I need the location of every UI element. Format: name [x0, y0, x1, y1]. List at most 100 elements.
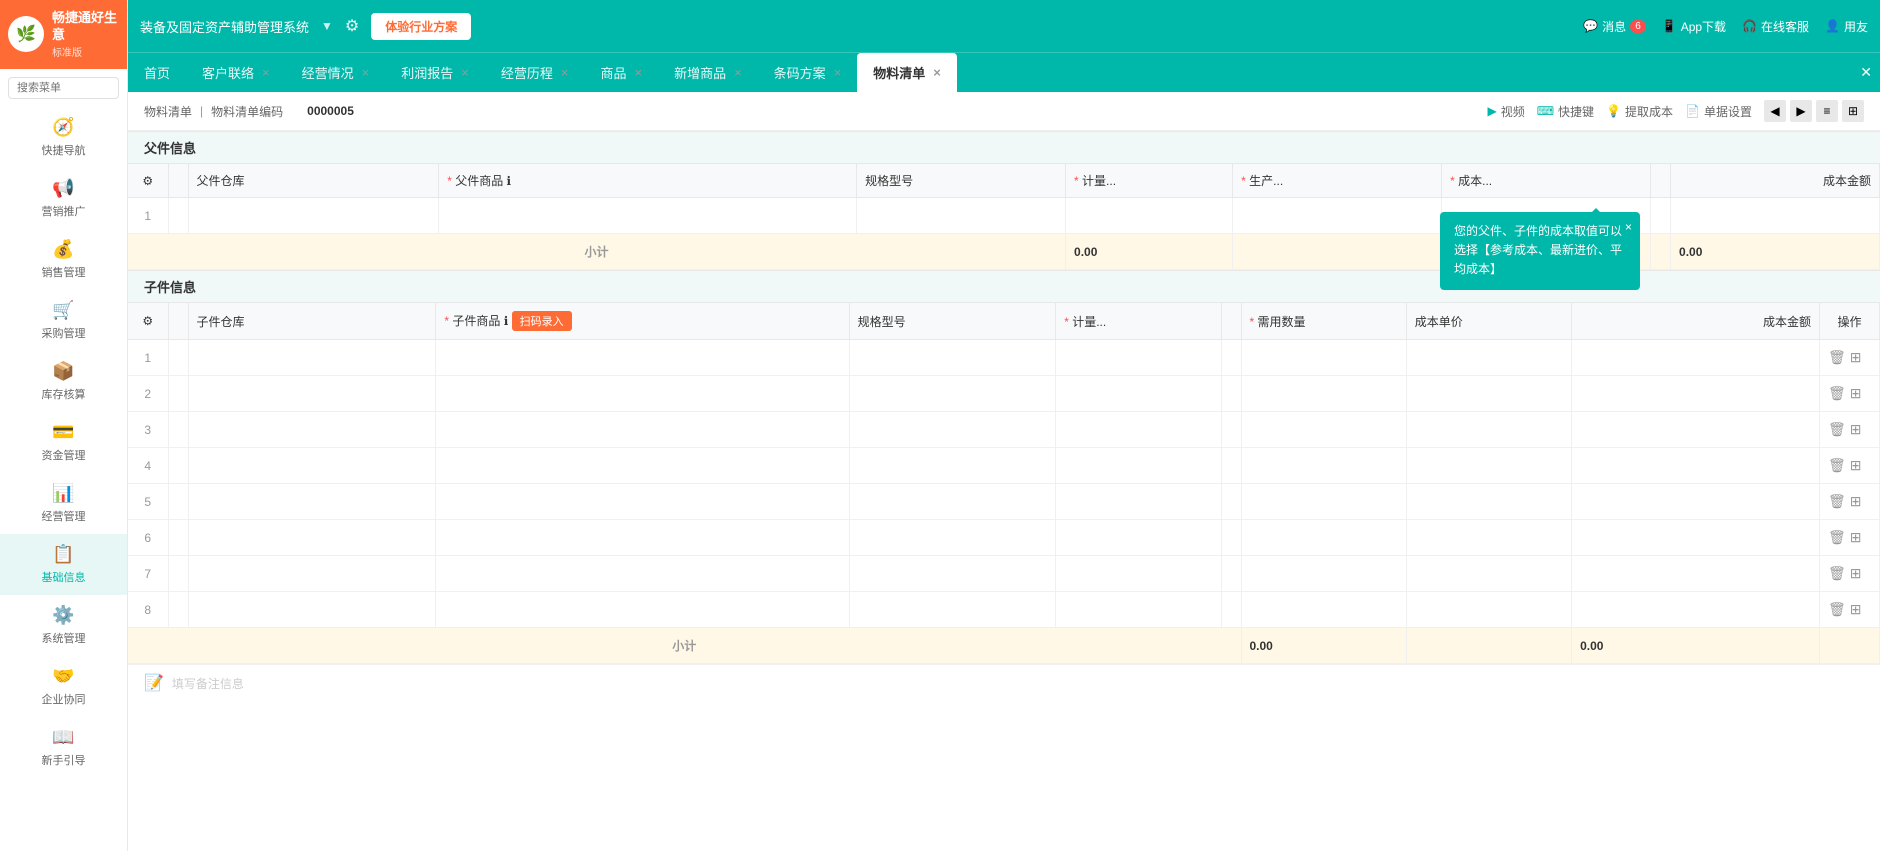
child-row-unit-price-0[interactable] — [1406, 340, 1571, 376]
note-placeholder[interactable]: 填写备注信息 — [172, 675, 244, 692]
tab-customers[interactable]: 客户联络 × — [186, 53, 286, 92]
child-row-qty-0[interactable] — [1241, 340, 1406, 376]
child-row-product-0[interactable] — [436, 340, 849, 376]
child-row-warehouse-6[interactable] — [188, 556, 436, 592]
tab-profit[interactable]: 利润报告 × — [385, 53, 485, 92]
child-row-unit-1[interactable] — [1056, 376, 1221, 412]
child-row-unit-7[interactable] — [1056, 592, 1221, 628]
tooltip-close-button[interactable]: × — [1625, 218, 1632, 237]
delete-icon-7[interactable]: 🗑 — [1828, 601, 1846, 618]
parent-row-spec[interactable] — [857, 198, 1066, 234]
child-row-product-7[interactable] — [436, 592, 849, 628]
child-row-unit-price-1[interactable] — [1406, 376, 1571, 412]
tab-barcode-close[interactable]: × — [834, 65, 842, 80]
extract-cost-button[interactable]: 💡 提取成本 — [1606, 103, 1673, 120]
child-row-spec-0[interactable] — [849, 340, 1056, 376]
copy-icon-6[interactable]: ⊞ — [1850, 565, 1862, 582]
child-row-unit-price-3[interactable] — [1406, 448, 1571, 484]
delete-icon-4[interactable]: 🗑 — [1828, 493, 1846, 510]
tab-profit-close[interactable]: × — [461, 65, 469, 80]
copy-icon-2[interactable]: ⊞ — [1850, 421, 1862, 438]
child-row-qty-3[interactable] — [1241, 448, 1406, 484]
child-col-settings[interactable]: ⚙ — [128, 303, 168, 340]
nav-prev-button[interactable]: ◀ — [1764, 100, 1786, 122]
child-row-spec-3[interactable] — [849, 448, 1056, 484]
sidebar-item-purchase[interactable]: 🛒 采购管理 — [0, 290, 127, 351]
child-row-spec-2[interactable] — [849, 412, 1056, 448]
child-row-spec-7[interactable] — [849, 592, 1056, 628]
child-row-spec-6[interactable] — [849, 556, 1056, 592]
parent-row-warehouse[interactable] — [188, 198, 439, 234]
tab-operation[interactable]: 经营情况 × — [286, 53, 386, 92]
child-row-unit-2[interactable] — [1056, 412, 1221, 448]
parent-row-production[interactable] — [1233, 198, 1442, 234]
child-row-qty-7[interactable] — [1241, 592, 1406, 628]
parent-col-settings[interactable]: ⚙ — [128, 164, 168, 198]
child-row-qty-5[interactable] — [1241, 520, 1406, 556]
child-row-unit-4[interactable] — [1056, 484, 1221, 520]
child-row-product-4[interactable] — [436, 484, 849, 520]
scan-button[interactable]: 扫码录入 — [512, 311, 572, 331]
tab-history-close[interactable]: × — [561, 65, 569, 80]
sidebar-item-sales[interactable]: 💰 销售管理 — [0, 229, 127, 290]
message-button[interactable]: 💬 消息 6 — [1583, 18, 1646, 35]
single-setting-button[interactable]: 📄 单据设置 — [1685, 103, 1752, 120]
sidebar-item-quicknav[interactable]: 🧭 快捷导航 — [0, 107, 127, 168]
child-row-qty-2[interactable] — [1241, 412, 1406, 448]
child-row-spec-4[interactable] — [849, 484, 1056, 520]
sidebar-item-system[interactable]: ⚙️ 系统管理 — [0, 595, 127, 656]
tab-goods[interactable]: 商品 × — [584, 53, 658, 92]
system-dropdown-arrow[interactable]: ▼ — [321, 19, 333, 33]
search-input[interactable] — [8, 77, 119, 99]
child-row-unit-5[interactable] — [1056, 520, 1221, 556]
online-service-button[interactable]: 🎧 在线客服 — [1742, 18, 1809, 35]
delete-icon-2[interactable]: 🗑 — [1828, 421, 1846, 438]
sidebar-item-inventory[interactable]: 📦 库存核算 — [0, 351, 127, 412]
copy-icon-7[interactable]: ⊞ — [1850, 601, 1862, 618]
child-row-unit-0[interactable] — [1056, 340, 1221, 376]
copy-icon-0[interactable]: ⊞ — [1850, 349, 1862, 366]
child-row-spec-1[interactable] — [849, 376, 1056, 412]
sidebar-item-collab[interactable]: 🤝 企业协同 — [0, 656, 127, 717]
copy-icon-3[interactable]: ⊞ — [1850, 457, 1862, 474]
tab-home[interactable]: 首页 — [128, 53, 186, 92]
copy-icon-4[interactable]: ⊞ — [1850, 493, 1862, 510]
child-row-product-6[interactable] — [436, 556, 849, 592]
view-button[interactable]: ▶ 视频 — [1487, 103, 1524, 120]
child-row-warehouse-0[interactable] — [188, 340, 436, 376]
tab-close-all[interactable]: ✕ — [1860, 64, 1880, 81]
tab-barcode[interactable]: 条码方案 × — [758, 53, 858, 92]
child-row-qty-1[interactable] — [1241, 376, 1406, 412]
close-all-icon[interactable]: ✕ — [1860, 64, 1872, 81]
parent-row-unit[interactable] — [1066, 198, 1233, 234]
parent-row-product[interactable] — [439, 198, 857, 234]
child-row-unit-6[interactable] — [1056, 556, 1221, 592]
tab-bom[interactable]: 物料清单 × — [857, 53, 957, 92]
child-row-warehouse-3[interactable] — [188, 448, 436, 484]
child-row-product-3[interactable] — [436, 448, 849, 484]
delete-icon-0[interactable]: 🗑 — [1828, 349, 1846, 366]
child-row-qty-6[interactable] — [1241, 556, 1406, 592]
nav-menu-button[interactable]: ≡ — [1816, 100, 1838, 122]
child-row-unit-price-5[interactable] — [1406, 520, 1571, 556]
copy-icon-5[interactable]: ⊞ — [1850, 529, 1862, 546]
tab-customers-close[interactable]: × — [262, 65, 270, 80]
app-download-button[interactable]: 📱 App下载 — [1662, 18, 1726, 35]
delete-icon-3[interactable]: 🗑 — [1828, 457, 1846, 474]
breadcrumb-list[interactable]: 物料清单 — [144, 103, 192, 120]
tab-history[interactable]: 经营历程 × — [485, 53, 585, 92]
shortcut-button[interactable]: ⌨ 快捷键 — [1537, 103, 1594, 120]
child-row-warehouse-1[interactable] — [188, 376, 436, 412]
child-row-warehouse-4[interactable] — [188, 484, 436, 520]
nav-grid-button[interactable]: ⊞ — [1842, 100, 1864, 122]
child-row-unit-price-7[interactable] — [1406, 592, 1571, 628]
sidebar-item-guide[interactable]: 📖 新手引导 — [0, 717, 127, 778]
user-button[interactable]: 👤 用友 — [1825, 18, 1868, 35]
child-row-unit-3[interactable] — [1056, 448, 1221, 484]
child-row-warehouse-7[interactable] — [188, 592, 436, 628]
child-row-warehouse-2[interactable] — [188, 412, 436, 448]
delete-icon-5[interactable]: 🗑 — [1828, 529, 1846, 546]
child-row-product-5[interactable] — [436, 520, 849, 556]
sidebar-item-operation[interactable]: 📊 经营管理 — [0, 473, 127, 534]
sidebar-item-basic[interactable]: 📋 基础信息 — [0, 534, 127, 595]
